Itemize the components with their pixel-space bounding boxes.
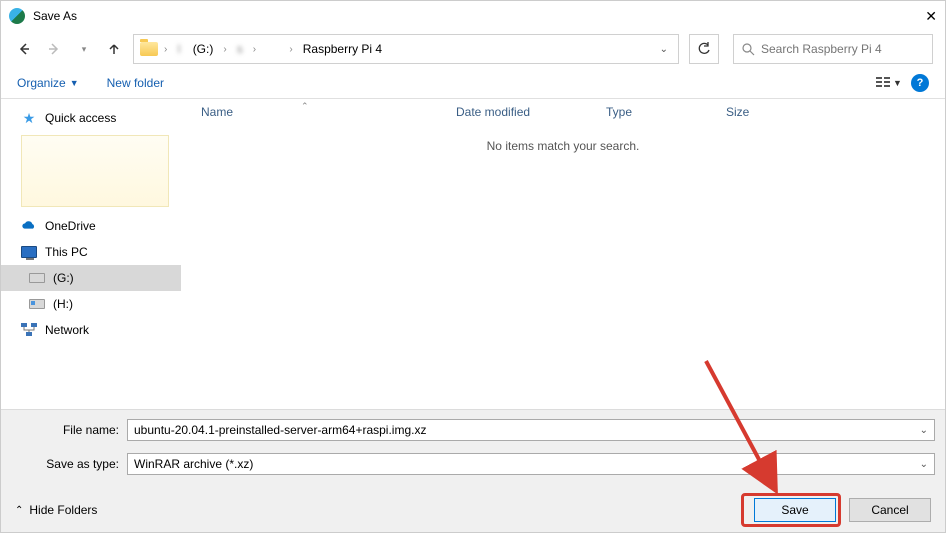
chevron-down-icon: ▼ [70, 78, 79, 88]
filename-input[interactable] [134, 423, 914, 437]
breadcrumb-folder[interactable] [262, 40, 283, 58]
titlebar: Save As ✕ [1, 1, 945, 31]
chevron-right-icon: › [221, 44, 228, 55]
column-type[interactable]: Type [596, 105, 716, 119]
folder-icon [140, 42, 158, 56]
main-area: ★ Quick access OneDrive This PC (G:) (H:… [1, 99, 945, 419]
star-icon: ★ [21, 110, 37, 126]
new-folder-label: New folder [107, 76, 164, 90]
filename-combobox[interactable]: ⌄ [127, 419, 935, 441]
cloud-icon [21, 218, 37, 234]
recent-dropdown-icon[interactable]: ▾ [73, 38, 95, 60]
address-bar[interactable]: › I (G:) › s › › Raspberry Pi 4 ⌄ [133, 34, 679, 64]
sidebar-onedrive[interactable]: OneDrive [1, 213, 181, 239]
pc-icon [21, 244, 37, 260]
edge-icon [9, 8, 25, 24]
sidebar-network[interactable]: Network [1, 317, 181, 343]
chevron-right-icon: › [287, 44, 294, 55]
refresh-button[interactable] [689, 34, 719, 64]
chevron-right-icon: › [251, 44, 258, 55]
usb-drive-icon [29, 296, 45, 312]
cancel-button[interactable]: Cancel [849, 498, 931, 522]
search-input[interactable] [761, 42, 924, 56]
toolbar: Organize ▼ New folder ▼ ? [1, 67, 945, 99]
hide-folders-label: Hide Folders [29, 503, 97, 517]
search-box[interactable] [733, 34, 933, 64]
chevron-up-icon: ⌃ [15, 505, 23, 516]
column-date[interactable]: Date modified [446, 105, 596, 119]
organize-label: Organize [17, 76, 66, 90]
footer: ⌃ Hide Folders Save Cancel [1, 488, 945, 532]
file-pane: ⌃ Name Date modified Type Size No items … [181, 99, 945, 419]
breadcrumb-drive[interactable]: (G:) [189, 40, 218, 58]
chevron-down-icon: ▼ [893, 78, 902, 88]
address-dropdown-icon[interactable]: ⌄ [656, 44, 672, 55]
sidebar: ★ Quick access OneDrive This PC (G:) (H:… [1, 99, 181, 419]
forward-button[interactable] [43, 38, 65, 60]
save-button[interactable]: Save [754, 498, 836, 522]
sidebar-this-pc[interactable]: This PC [1, 239, 181, 265]
organize-menu[interactable]: Organize ▼ [17, 76, 79, 90]
sidebar-label: OneDrive [45, 219, 96, 233]
sort-indicator-icon: ⌃ [301, 101, 309, 112]
save-label: Save [781, 503, 808, 517]
cancel-label: Cancel [871, 503, 908, 517]
save-fields: File name: ⌄ Save as type: WinRAR archiv… [1, 409, 945, 488]
empty-message: No items match your search. [181, 139, 945, 153]
back-button[interactable] [13, 38, 35, 60]
view-options-button[interactable]: ▼ [875, 72, 903, 94]
sidebar-label: (H:) [53, 297, 73, 311]
sidebar-drive-g[interactable]: (G:) [1, 265, 181, 291]
search-icon [742, 43, 755, 56]
network-icon [21, 322, 37, 338]
annotation-highlight: Save [741, 493, 841, 527]
savetype-combobox[interactable]: WinRAR archive (*.xz) ⌄ [127, 453, 935, 475]
chevron-right-icon: › [162, 44, 169, 55]
sidebar-thumbnail[interactable] [21, 135, 169, 207]
chevron-down-icon[interactable]: ⌄ [914, 459, 928, 470]
savetype-value: WinRAR archive (*.xz) [134, 457, 253, 471]
nav-row: ▾ › I (G:) › s › › Raspberry Pi 4 ⌄ [1, 31, 945, 67]
sidebar-drive-h[interactable]: (H:) [1, 291, 181, 317]
up-button[interactable] [103, 38, 125, 60]
sidebar-label: Network [45, 323, 89, 337]
new-folder-button[interactable]: New folder [107, 76, 164, 90]
filename-label: File name: [11, 423, 127, 437]
column-name[interactable]: Name [181, 105, 446, 119]
drive-icon [29, 270, 45, 286]
close-button[interactable]: ✕ [897, 8, 937, 25]
sidebar-label: Quick access [45, 111, 116, 125]
breadcrumb-leaf[interactable]: Raspberry Pi 4 [299, 40, 386, 58]
breadcrumb-root[interactable]: I [173, 40, 184, 58]
chevron-down-icon[interactable]: ⌄ [914, 425, 928, 436]
sidebar-label: This PC [45, 245, 88, 259]
breadcrumb-folder[interactable]: s [233, 40, 247, 58]
column-headers: ⌃ Name Date modified Type Size [181, 99, 945, 125]
sidebar-label: (G:) [53, 271, 74, 285]
hide-folders-toggle[interactable]: ⌃ Hide Folders [15, 503, 97, 517]
help-button[interactable]: ? [911, 74, 929, 92]
window-title: Save As [33, 9, 897, 23]
sidebar-quick-access[interactable]: ★ Quick access [1, 105, 181, 131]
column-size[interactable]: Size [716, 105, 796, 119]
savetype-label: Save as type: [11, 457, 127, 471]
